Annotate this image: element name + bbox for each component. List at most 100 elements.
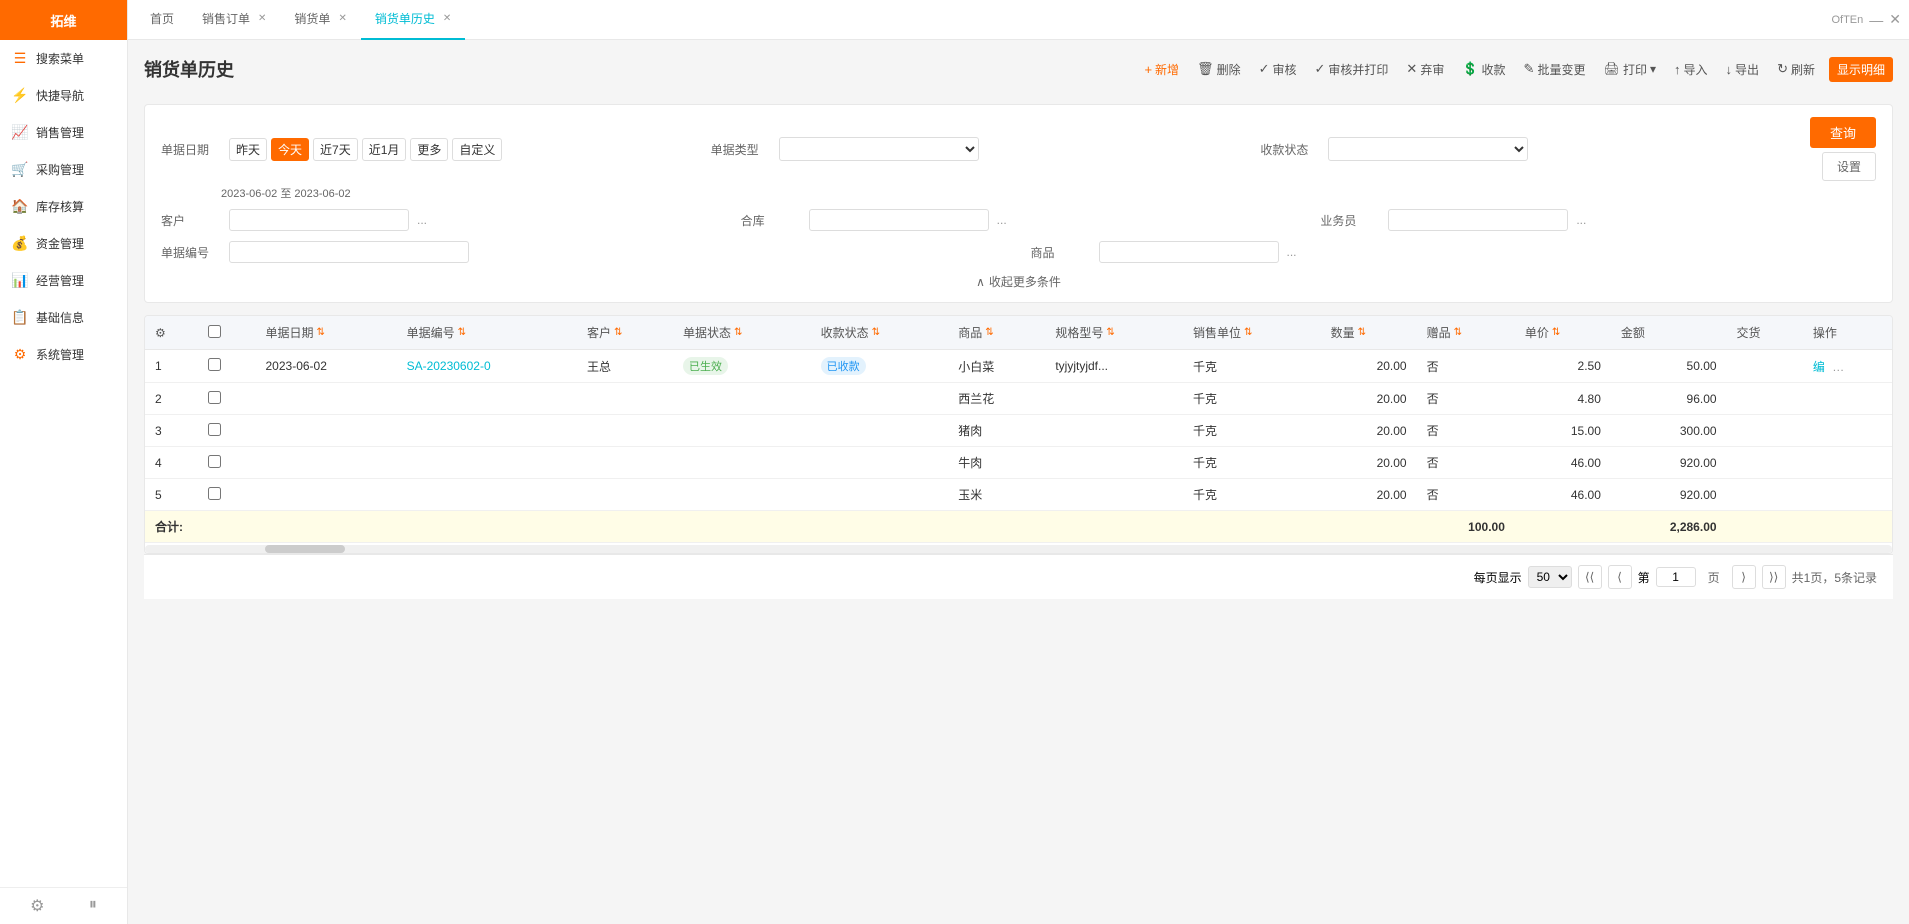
table-row: 5 玉米 千克 20.00 否 46.00 920.00 (145, 479, 1892, 511)
page-size-select[interactable]: 50 (1528, 566, 1572, 588)
tab-sales-order[interactable]: 销售订单 ✕ (188, 0, 280, 40)
row-customer-2 (577, 415, 673, 447)
summary-label: 合计: (145, 511, 256, 543)
sidebar-item-inventory[interactable]: 🏠 库存核算 (0, 188, 127, 225)
th-product[interactable]: 商品 ⇅ (948, 316, 1045, 350)
sidebar-item-operations-mgmt[interactable]: 📊 经营管理 (0, 262, 127, 299)
sidebar-item-purchase-mgmt[interactable]: 🛒 采购管理 (0, 151, 127, 188)
export-button[interactable]: ↓ 导出 (1722, 59, 1764, 80)
scrollbar-thumb[interactable] (265, 545, 345, 553)
window-close-btn[interactable]: ✕ (1889, 11, 1901, 28)
row-checkbox-1[interactable] (208, 391, 221, 404)
date-more-btn[interactable]: 更多 (410, 138, 448, 161)
delete-button[interactable]: 🗑 删除 (1193, 59, 1245, 80)
audit-button[interactable]: ✓ 审核 (1255, 59, 1301, 80)
doc-number-filter-group: 单据编号 (161, 241, 1007, 263)
tab-sales-delivery[interactable]: 销货单 ✕ (280, 0, 360, 40)
select-all-checkbox[interactable] (208, 325, 221, 338)
table-row: 2 西兰花 千克 20.00 否 4.80 96.00 (145, 383, 1892, 415)
row-checkbox-0[interactable] (208, 358, 221, 371)
inventory-icon: 🏠 (12, 199, 28, 215)
setting-button[interactable]: 设置 (1822, 152, 1876, 181)
row-doc-number-0[interactable]: SA-20230602-0 (397, 350, 577, 383)
th-checkbox[interactable] (198, 316, 255, 350)
display-detail-button[interactable]: 显示明细 (1829, 57, 1893, 82)
sidebar-item-quick-nav[interactable]: ⚡ 快捷导航 (0, 77, 127, 114)
warehouse-input[interactable] (809, 209, 989, 231)
row-transaction-2 (1727, 415, 1803, 447)
tab-sales-delivery-close[interactable]: ✕ (338, 13, 346, 24)
row-checkbox-2[interactable] (208, 423, 221, 436)
sidebar-item-sales-mgmt[interactable]: 📈 销售管理 (0, 114, 127, 151)
import-button[interactable]: ↑ 导入 (1670, 59, 1712, 80)
sidebar-collapse-icon[interactable]: ⏸ (89, 896, 97, 916)
row-more-btn-0[interactable]: … (1832, 360, 1844, 374)
sidebar-item-basic-info[interactable]: 📋 基础信息 (0, 299, 127, 336)
row-action-1 (1803, 383, 1892, 415)
th-sales-unit[interactable]: 销售单位 ⇅ (1183, 316, 1321, 350)
date-last1month-btn[interactable]: 近1月 (362, 138, 407, 161)
date-today-btn[interactable]: 今天 (271, 138, 309, 161)
print-button[interactable]: 🖨 打印 ▾ (1599, 59, 1660, 80)
th-payment-status[interactable]: 收款状态 ⇅ (811, 316, 949, 350)
tab-sales-history[interactable]: 销货单历史 ✕ (361, 0, 465, 40)
salesperson-input[interactable] (1388, 209, 1568, 231)
page-input[interactable] (1656, 567, 1696, 587)
sidebar-item-finance-mgmt[interactable]: 💰 资金管理 (0, 225, 127, 262)
filter-row-3: 单据编号 商品 ... (161, 241, 1876, 263)
th-gear[interactable]: ⚙ (145, 316, 198, 350)
row-doc-number-3[interactable] (397, 447, 577, 479)
abandon-button[interactable]: ✕ 弃审 (1402, 59, 1448, 80)
customer-ellipsis[interactable]: ... (417, 213, 427, 227)
tab-sales-history-close[interactable]: ✕ (443, 13, 451, 24)
row-doc-number-1[interactable] (397, 383, 577, 415)
th-doc-status[interactable]: 单据状态 ⇅ (673, 316, 811, 350)
th-gift[interactable]: 赠品 ⇅ (1417, 316, 1515, 350)
sidebar-item-search-menu[interactable]: ☰ 搜索菜单 (0, 40, 127, 77)
first-page-btn[interactable]: ⟨⟨ (1578, 565, 1602, 589)
date-last7days-btn[interactable]: 近7天 (313, 138, 358, 161)
th-quantity[interactable]: 数量 ⇅ (1321, 316, 1417, 350)
product-input[interactable] (1099, 241, 1279, 263)
th-doc-number[interactable]: 单据编号 ⇅ (397, 316, 577, 350)
th-customer[interactable]: 客户 ⇅ (577, 316, 673, 350)
filter-collapse-btn[interactable]: ∧ 收起更多条件 (161, 273, 1876, 290)
date-yesterday-btn[interactable]: 昨天 (229, 138, 267, 161)
doc-type-select[interactable] (779, 137, 979, 161)
new-button[interactable]: + 新增 (1140, 59, 1183, 80)
page-label: 页 (1702, 565, 1726, 589)
horizontal-scrollbar[interactable] (145, 545, 1892, 553)
row-checkbox-4[interactable] (208, 487, 221, 500)
product-ellipsis[interactable]: ... (1287, 245, 1297, 259)
payment-status-select[interactable] (1328, 137, 1528, 161)
row-doc-number-4[interactable] (397, 479, 577, 511)
last-page-btn[interactable]: ⟩⟩ (1762, 565, 1786, 589)
query-button[interactable]: 查询 (1810, 117, 1876, 148)
date-custom-btn[interactable]: 自定义 (452, 138, 502, 161)
refresh-button[interactable]: ↻ 刷新 (1773, 59, 1819, 80)
next-page-btn[interactable]: ⟩ (1732, 565, 1756, 589)
row-checkbox-3[interactable] (208, 455, 221, 468)
salesperson-ellipsis[interactable]: ... (1576, 213, 1586, 227)
filter-area: 单据日期 昨天 今天 近7天 近1月 更多 自定义 单据类型 (144, 104, 1893, 303)
th-doc-date[interactable]: 单据日期 ⇅ (256, 316, 397, 350)
sidebar-item-sys-mgmt[interactable]: ⚙ 系统管理 (0, 336, 127, 373)
tab-sales-order-close[interactable]: ✕ (258, 13, 266, 24)
doc-number-input[interactable] (229, 241, 469, 263)
th-unit-price[interactable]: 单价 ⇅ (1515, 316, 1611, 350)
prev-page-btn[interactable]: ⟨ (1608, 565, 1632, 589)
tab-home[interactable]: 首页 (136, 0, 188, 40)
th-spec-type[interactable]: 规格型号 ⇅ (1045, 316, 1183, 350)
row-edit-btn-0[interactable]: 编 (1813, 360, 1825, 374)
sidebar-settings-icon[interactable]: ⚙ (30, 896, 44, 916)
row-doc-number-2[interactable] (397, 415, 577, 447)
row-customer-4 (577, 479, 673, 511)
collect-button[interactable]: 💲 收款 (1458, 59, 1509, 80)
audit-print-button[interactable]: ✓ 审核并打印 (1311, 59, 1393, 80)
warehouse-ellipsis[interactable]: ... (997, 213, 1007, 227)
customer-input[interactable] (229, 209, 409, 231)
row-sales-unit-0: 千克 (1183, 350, 1321, 383)
batch-change-button[interactable]: ✎ 批量变更 (1520, 59, 1590, 80)
row-product-1: 西兰花 (948, 383, 1045, 415)
window-minimize-btn[interactable]: — (1869, 12, 1883, 28)
